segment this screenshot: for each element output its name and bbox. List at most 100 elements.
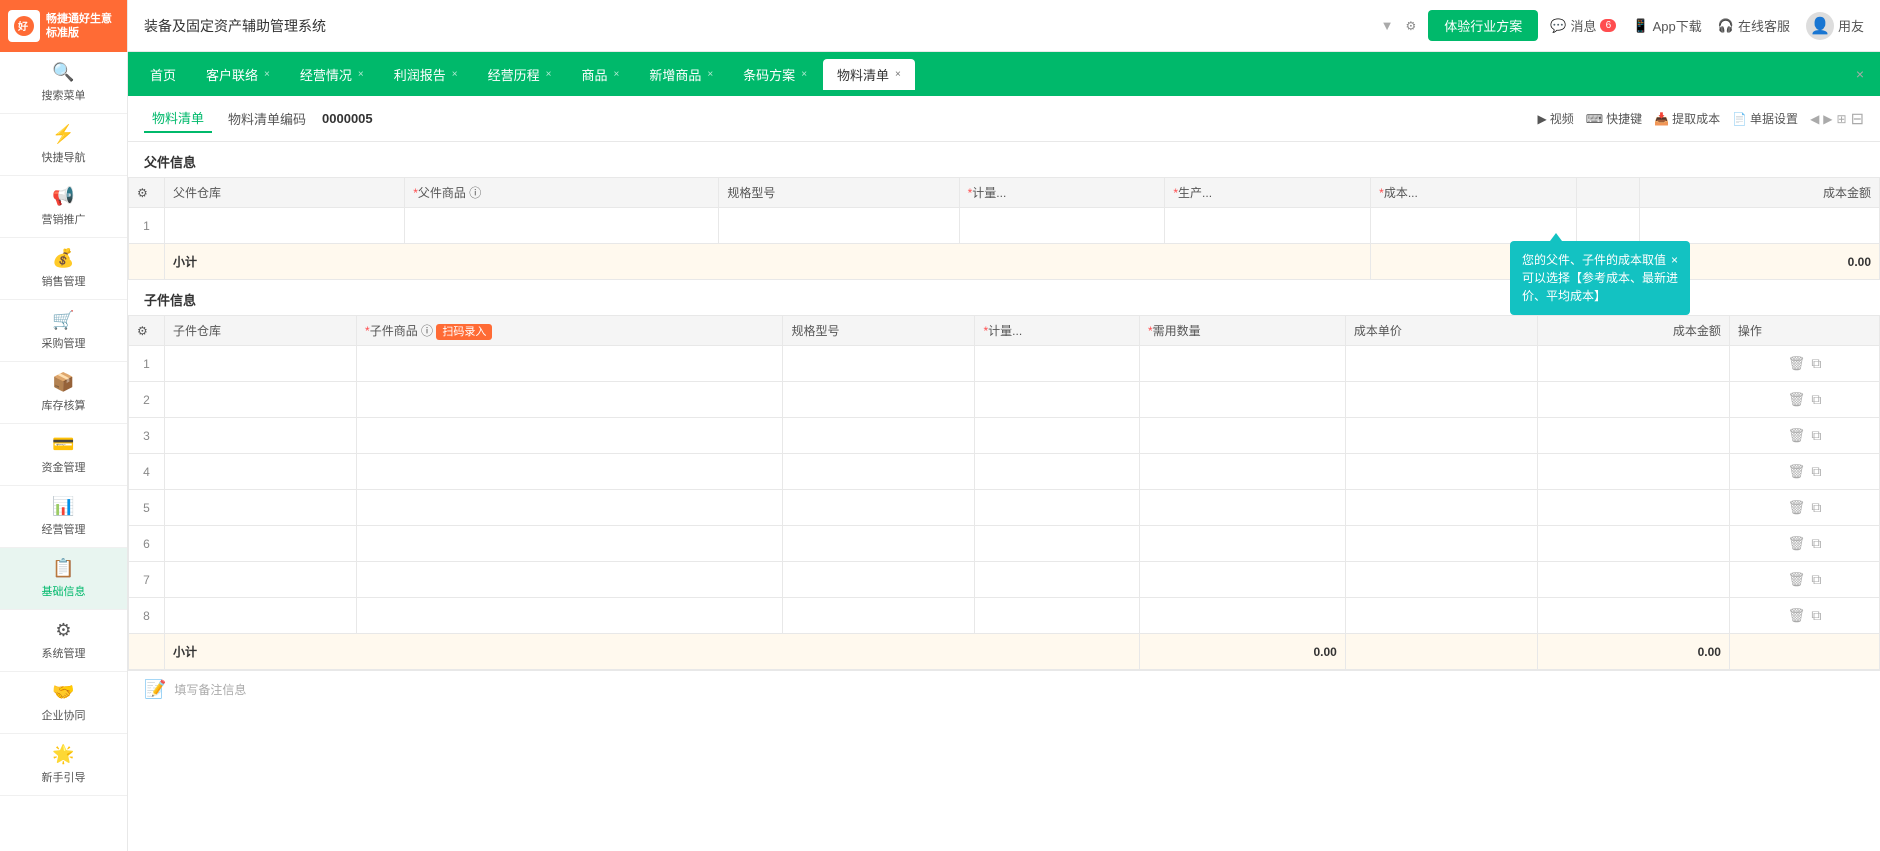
- delete-row-7-icon[interactable]: 🗑: [1788, 571, 1806, 588]
- parent-row-1-unit[interactable]: [959, 208, 1165, 244]
- sidebar-item-search[interactable]: 🔍 搜索菜单: [0, 52, 127, 114]
- child-row-4-warehouse[interactable]: [165, 454, 357, 490]
- doc-settings-action[interactable]: 📄 单据设置: [1732, 110, 1798, 127]
- sidebar-item-finance[interactable]: 💳 资金管理: [0, 424, 127, 486]
- child-row-1-spec[interactable]: [783, 346, 975, 382]
- child-row-7-unit[interactable]: [975, 562, 1140, 598]
- sub-tab-bom[interactable]: 物料清单: [144, 104, 212, 133]
- video-action[interactable]: ▶ 视频: [1538, 110, 1574, 127]
- child-row-7-qty[interactable]: [1139, 562, 1345, 598]
- tab-new-goods[interactable]: 新增商品 ×: [635, 59, 727, 90]
- tab-home[interactable]: 首页: [136, 59, 190, 90]
- child-row-8-spec[interactable]: [783, 598, 975, 634]
- tab-barcode-close[interactable]: ×: [801, 69, 807, 80]
- child-row-1-qty[interactable]: [1139, 346, 1345, 382]
- child-row-7-goods[interactable]: [357, 562, 783, 598]
- delete-row-4-icon[interactable]: 🗑: [1788, 463, 1806, 480]
- copy-row-2-icon[interactable]: ⧉: [1811, 391, 1821, 408]
- parent-row-1-goods[interactable]: [405, 208, 719, 244]
- child-row-2-qty[interactable]: [1139, 382, 1345, 418]
- child-row-2-goods[interactable]: [357, 382, 783, 418]
- child-row-4-spec[interactable]: [783, 454, 975, 490]
- experience-btn[interactable]: 体验行业方案: [1428, 10, 1538, 41]
- child-row-6-spec[interactable]: [783, 526, 975, 562]
- child-row-5-warehouse[interactable]: [165, 490, 357, 526]
- parent-row-1-warehouse[interactable]: [165, 208, 405, 244]
- child-row-5-spec[interactable]: [783, 490, 975, 526]
- child-row-3-unit[interactable]: [975, 418, 1140, 454]
- child-row-4-unit[interactable]: [975, 454, 1140, 490]
- sidebar-item-guide[interactable]: 🌟 新手引导: [0, 734, 127, 796]
- sidebar-item-system[interactable]: ⚙ 系统管理: [0, 610, 127, 672]
- tab-barcode[interactable]: 条码方案 ×: [729, 59, 821, 90]
- child-row-3-unit-cost[interactable]: [1345, 418, 1537, 454]
- tab-operations[interactable]: 经营情况 ×: [286, 59, 378, 90]
- child-row-2-spec[interactable]: [783, 382, 975, 418]
- online-service-action[interactable]: 🎧 在线客服: [1718, 16, 1790, 35]
- child-row-6-unit[interactable]: [975, 526, 1140, 562]
- tab-new-goods-close[interactable]: ×: [707, 69, 713, 80]
- tooltip-close-btn[interactable]: ×: [1671, 251, 1678, 269]
- child-row-3-spec[interactable]: [783, 418, 975, 454]
- settings-icon[interactable]: ⚙: [1405, 19, 1416, 33]
- child-row-3-goods[interactable]: [357, 418, 783, 454]
- child-row-4-qty[interactable]: [1139, 454, 1345, 490]
- child-row-5-unit[interactable]: [975, 490, 1140, 526]
- delete-row-6-icon[interactable]: 🗑: [1788, 535, 1806, 552]
- tab-bom-close[interactable]: ×: [895, 69, 901, 80]
- tab-customer[interactable]: 客户联络 ×: [192, 59, 284, 90]
- delete-row-5-icon[interactable]: 🗑: [1788, 499, 1806, 516]
- child-row-7-unit-cost[interactable]: [1345, 562, 1537, 598]
- child-row-8-qty[interactable]: [1139, 598, 1345, 634]
- child-row-8-unit-cost[interactable]: [1345, 598, 1537, 634]
- child-row-6-goods[interactable]: [357, 526, 783, 562]
- child-row-1-unit[interactable]: [975, 346, 1140, 382]
- child-row-5-unit-cost[interactable]: [1345, 490, 1537, 526]
- scan-badge[interactable]: 扫码录入: [436, 324, 492, 340]
- sidebar-item-inventory[interactable]: 📦 库存核算: [0, 362, 127, 424]
- shortcut-action[interactable]: ⌨ 快捷键: [1586, 110, 1642, 127]
- close-all-tabs[interactable]: ×: [1848, 66, 1872, 82]
- tab-profit[interactable]: 利润报告 ×: [380, 59, 472, 90]
- delete-row-3-icon[interactable]: 🗑: [1788, 427, 1806, 444]
- child-row-8-unit[interactable]: [975, 598, 1140, 634]
- message-action[interactable]: 💬 消息 6: [1550, 16, 1616, 35]
- child-row-5-qty[interactable]: [1139, 490, 1345, 526]
- child-row-2-unit[interactable]: [975, 382, 1140, 418]
- sidebar-item-quick-nav[interactable]: ⚡ 快捷导航: [0, 114, 127, 176]
- parent-row-1-produce[interactable]: [1165, 208, 1371, 244]
- copy-row-7-icon[interactable]: ⧉: [1811, 571, 1821, 588]
- sidebar-item-marketing[interactable]: 📢 营销推广: [0, 176, 127, 238]
- child-row-8-goods[interactable]: [357, 598, 783, 634]
- sidebar-item-sales[interactable]: 💰 销售管理: [0, 238, 127, 300]
- next-btn[interactable]: ▶: [1823, 112, 1832, 126]
- sidebar-item-purchase[interactable]: 🛒 采购管理: [0, 300, 127, 362]
- child-row-2-unit-cost[interactable]: [1345, 382, 1537, 418]
- extract-cost-action[interactable]: 📥 提取成本: [1654, 110, 1720, 127]
- child-row-4-unit-cost[interactable]: [1345, 454, 1537, 490]
- child-row-1-unit-cost[interactable]: [1345, 346, 1537, 382]
- child-row-6-unit-cost[interactable]: [1345, 526, 1537, 562]
- child-row-7-spec[interactable]: [783, 562, 975, 598]
- tab-goods[interactable]: 商品 ×: [567, 59, 633, 90]
- child-row-1-goods[interactable]: [357, 346, 783, 382]
- child-row-6-qty[interactable]: [1139, 526, 1345, 562]
- prev-btn[interactable]: ◀: [1810, 112, 1819, 126]
- child-row-3-warehouse[interactable]: [165, 418, 357, 454]
- copy-row-8-icon[interactable]: ⧉: [1811, 607, 1821, 624]
- child-row-8-warehouse[interactable]: [165, 598, 357, 634]
- copy-row-4-icon[interactable]: ⧉: [1811, 463, 1821, 480]
- tab-history[interactable]: 经营历程 ×: [474, 59, 566, 90]
- child-row-6-warehouse[interactable]: [165, 526, 357, 562]
- tab-goods-close[interactable]: ×: [613, 69, 619, 80]
- parent-row-1-cost[interactable]: [1371, 208, 1577, 244]
- copy-row-1-icon[interactable]: ⧉: [1811, 355, 1821, 372]
- tab-profit-close[interactable]: ×: [452, 69, 458, 80]
- app-download-action[interactable]: 📱 App下载: [1632, 16, 1701, 35]
- user-action[interactable]: 👤 用友: [1806, 12, 1864, 40]
- child-row-4-goods[interactable]: [357, 454, 783, 490]
- child-row-7-warehouse[interactable]: [165, 562, 357, 598]
- child-row-2-warehouse[interactable]: [165, 382, 357, 418]
- copy-row-3-icon[interactable]: ⧉: [1811, 427, 1821, 444]
- parent-row-1-spec[interactable]: [719, 208, 959, 244]
